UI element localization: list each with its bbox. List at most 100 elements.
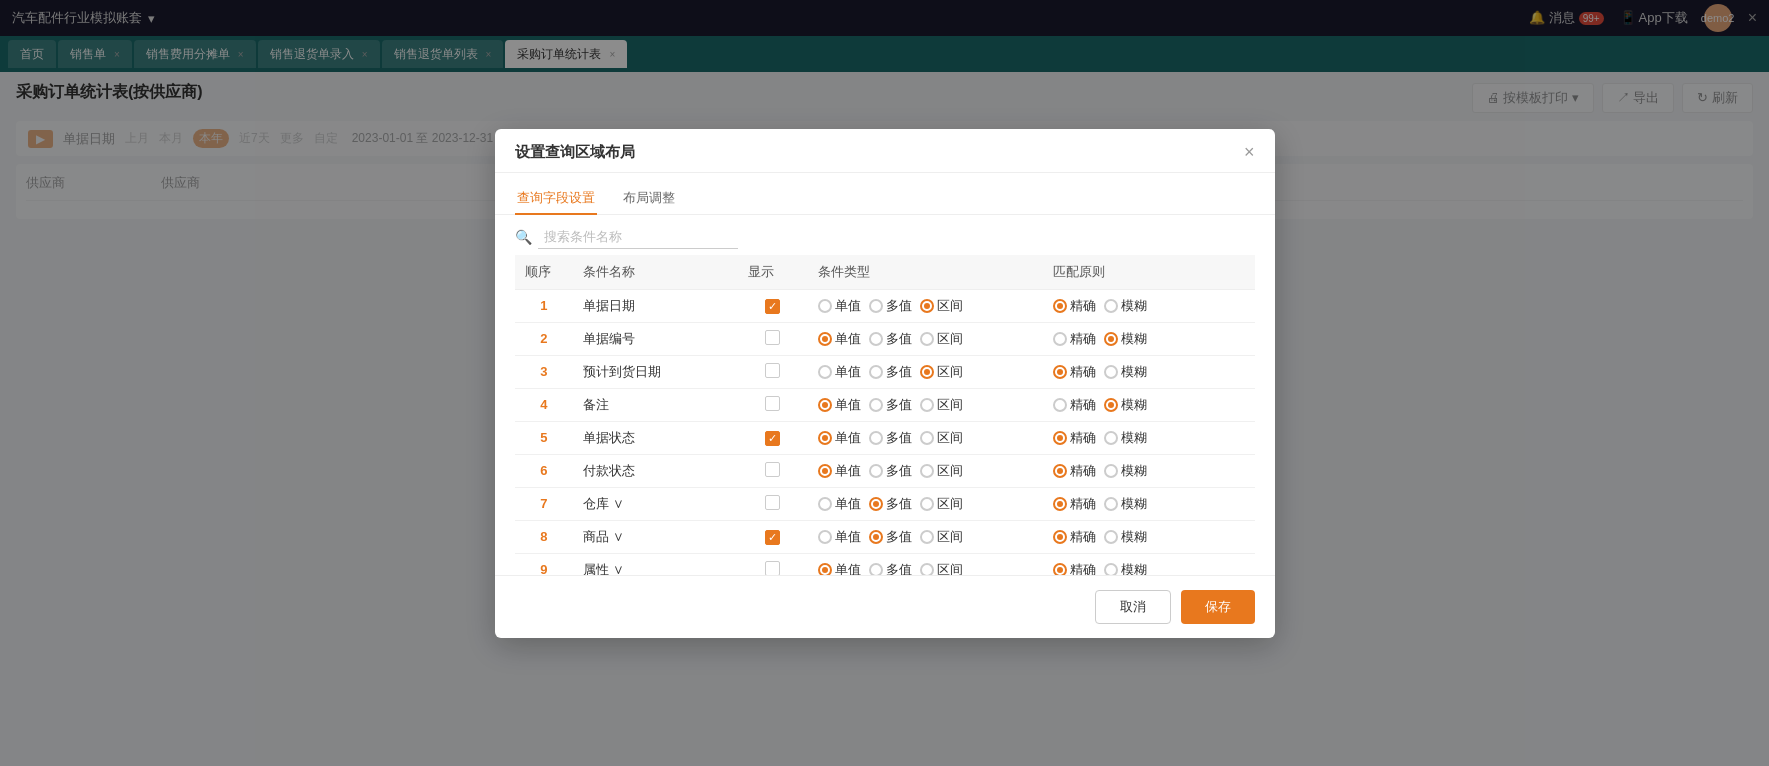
type-option-多值[interactable]: 多值 [869, 561, 912, 575]
radio-circle [869, 398, 883, 412]
radio-circle [1053, 398, 1067, 412]
match-option-精确[interactable]: 精确 [1053, 396, 1096, 414]
type-option-单值[interactable]: 单值 [818, 297, 861, 315]
search-input[interactable] [538, 225, 738, 249]
checkbox-unchecked[interactable] [765, 462, 780, 477]
type-option-多值[interactable]: 多值 [869, 297, 912, 315]
row-field-name: 单据编号 [573, 322, 737, 355]
table-row: 1单据日期✓单值多值区间精确模糊 [515, 289, 1255, 322]
match-option-模糊[interactable]: 模糊 [1104, 396, 1147, 414]
row-show-checkbox[interactable] [738, 553, 808, 575]
type-option-区间[interactable]: 区间 [920, 561, 963, 575]
row-field-name: 属性 ∨ [573, 553, 737, 575]
type-option-区间[interactable]: 区间 [920, 396, 963, 414]
row-field-name: 单据状态 [573, 421, 737, 454]
radio-circle [920, 365, 934, 379]
row-order: 4 [515, 388, 574, 421]
radio-circle [920, 299, 934, 313]
type-option-单值[interactable]: 单值 [818, 330, 861, 348]
type-option-区间[interactable]: 区间 [920, 297, 963, 315]
type-option-单值[interactable]: 单值 [818, 429, 861, 447]
type-option-多值[interactable]: 多值 [869, 396, 912, 414]
match-option-模糊[interactable]: 模糊 [1104, 528, 1147, 546]
type-option-多值[interactable]: 多值 [869, 462, 912, 480]
cancel-button[interactable]: 取消 [1095, 590, 1171, 624]
type-option-单值[interactable]: 单值 [818, 528, 861, 546]
type-option-单值[interactable]: 单值 [818, 561, 861, 575]
radio-circle [1053, 530, 1067, 544]
match-option-精确[interactable]: 精确 [1053, 363, 1096, 381]
table-row: 8商品 ∨✓单值多值区间精确模糊 [515, 520, 1255, 553]
checkbox-unchecked[interactable] [765, 330, 780, 345]
type-option-多值[interactable]: 多值 [869, 528, 912, 546]
match-radio-group: 精确模糊 [1053, 330, 1244, 348]
row-show-checkbox[interactable] [738, 322, 808, 355]
row-field-name: 付款状态 [573, 454, 737, 487]
th-type: 条件类型 [808, 255, 1043, 290]
type-radio-group: 单值多值区间 [818, 495, 1033, 513]
match-option-模糊[interactable]: 模糊 [1104, 363, 1147, 381]
match-option-精确[interactable]: 精确 [1053, 495, 1096, 513]
radio-circle [869, 431, 883, 445]
tab-layout-adjust[interactable]: 布局调整 [621, 183, 677, 215]
row-show-checkbox[interactable] [738, 388, 808, 421]
type-option-单值[interactable]: 单值 [818, 462, 861, 480]
th-name: 条件名称 [573, 255, 737, 290]
checkbox-unchecked[interactable] [765, 363, 780, 378]
type-radio-group: 单值多值区间 [818, 363, 1033, 381]
checkbox-checked[interactable]: ✓ [765, 431, 780, 446]
radio-circle [1053, 299, 1067, 313]
row-show-checkbox[interactable] [738, 454, 808, 487]
row-show-checkbox[interactable]: ✓ [738, 289, 808, 322]
match-option-模糊[interactable]: 模糊 [1104, 330, 1147, 348]
type-option-多值[interactable]: 多值 [869, 429, 912, 447]
row-show-checkbox[interactable]: ✓ [738, 520, 808, 553]
row-show-checkbox[interactable]: ✓ [738, 421, 808, 454]
match-option-精确[interactable]: 精确 [1053, 297, 1096, 315]
match-option-精确[interactable]: 精确 [1053, 528, 1096, 546]
field-table-scroll[interactable]: 顺序 条件名称 显示 条件类型 匹配原则 1单据日期✓单值多值区间精确模糊2单据… [515, 255, 1255, 575]
type-option-单值[interactable]: 单值 [818, 396, 861, 414]
tab-query-fields[interactable]: 查询字段设置 [515, 183, 597, 215]
type-option-区间[interactable]: 区间 [920, 495, 963, 513]
radio-circle [920, 497, 934, 511]
checkbox-checked[interactable]: ✓ [765, 299, 780, 314]
save-button[interactable]: 保存 [1181, 590, 1255, 624]
row-show-checkbox[interactable] [738, 355, 808, 388]
dialog-close-button[interactable]: × [1244, 143, 1255, 161]
type-option-多值[interactable]: 多值 [869, 330, 912, 348]
radio-circle [818, 431, 832, 445]
radio-circle [818, 365, 832, 379]
match-option-模糊[interactable]: 模糊 [1104, 495, 1147, 513]
type-option-多值[interactable]: 多值 [869, 495, 912, 513]
row-type-options: 单值多值区间 [808, 454, 1043, 487]
type-option-区间[interactable]: 区间 [920, 462, 963, 480]
checkbox-checked[interactable]: ✓ [765, 530, 780, 545]
type-option-单值[interactable]: 单值 [818, 363, 861, 381]
match-option-模糊[interactable]: 模糊 [1104, 462, 1147, 480]
match-option-精确[interactable]: 精确 [1053, 429, 1096, 447]
type-option-区间[interactable]: 区间 [920, 528, 963, 546]
match-option-模糊[interactable]: 模糊 [1104, 429, 1147, 447]
checkbox-unchecked[interactable] [765, 561, 780, 575]
type-option-单值[interactable]: 单值 [818, 495, 861, 513]
type-option-区间[interactable]: 区间 [920, 363, 963, 381]
match-radio-group: 精确模糊 [1053, 429, 1244, 447]
match-option-精确[interactable]: 精确 [1053, 462, 1096, 480]
checkbox-unchecked[interactable] [765, 495, 780, 510]
match-option-模糊[interactable]: 模糊 [1104, 561, 1147, 575]
type-option-多值[interactable]: 多值 [869, 363, 912, 381]
match-radio-group: 精确模糊 [1053, 462, 1244, 480]
row-field-name: 单据日期 [573, 289, 737, 322]
row-type-options: 单值多值区间 [808, 289, 1043, 322]
match-option-精确[interactable]: 精确 [1053, 561, 1096, 575]
type-option-区间[interactable]: 区间 [920, 429, 963, 447]
checkbox-unchecked[interactable] [765, 396, 780, 411]
match-option-模糊[interactable]: 模糊 [1104, 297, 1147, 315]
type-option-区间[interactable]: 区间 [920, 330, 963, 348]
match-option-精确[interactable]: 精确 [1053, 330, 1096, 348]
radio-circle [869, 530, 883, 544]
row-show-checkbox[interactable] [738, 487, 808, 520]
row-type-options: 单值多值区间 [808, 388, 1043, 421]
radio-circle [869, 563, 883, 575]
